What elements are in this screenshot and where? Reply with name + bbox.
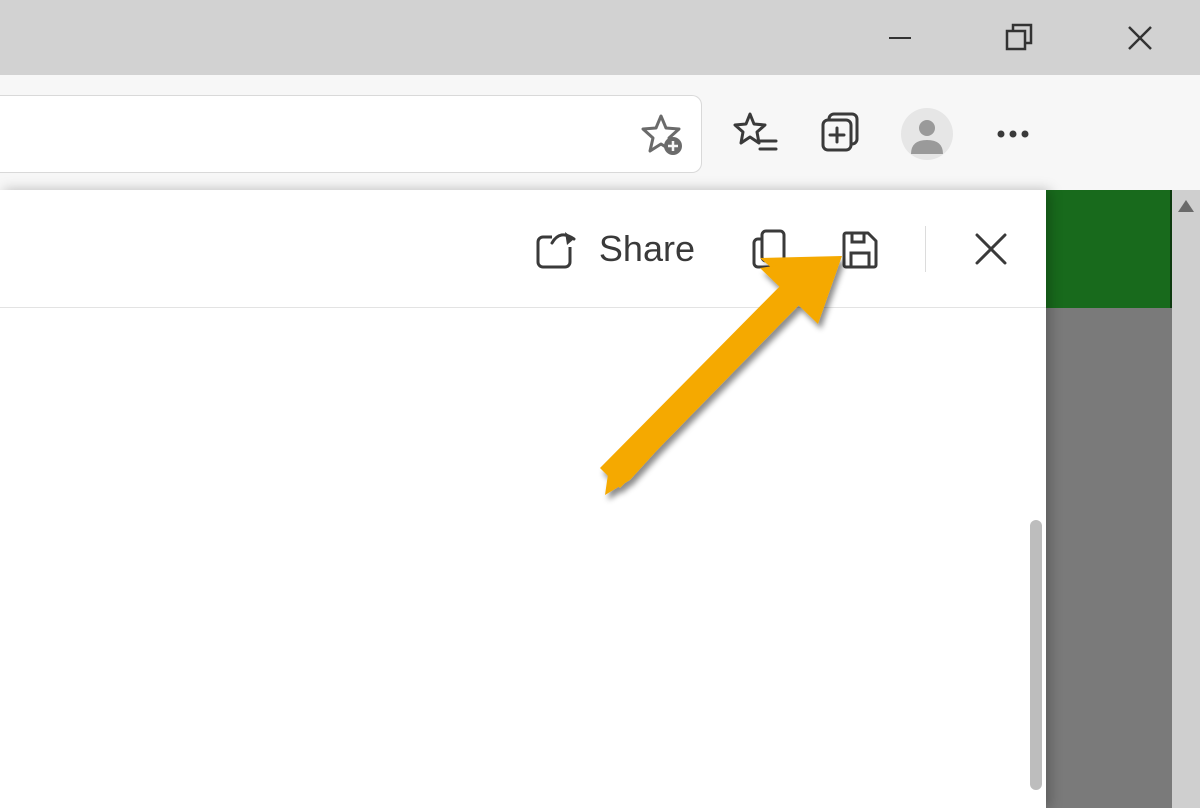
collections-button[interactable]: [814, 107, 868, 161]
capture-panel: Share: [0, 190, 1046, 808]
chrome-icon-strip: [714, 95, 1194, 173]
copy-button[interactable]: [745, 224, 795, 274]
restore-icon: [1003, 21, 1037, 55]
avatar-icon: [901, 108, 953, 160]
scrollbar-up-button[interactable]: [1172, 194, 1200, 218]
background-green-block: [1042, 190, 1172, 308]
add-favorite-button[interactable]: [639, 112, 683, 156]
share-label: Share: [599, 228, 695, 270]
share-icon: [531, 224, 581, 274]
browser-chrome: [0, 75, 1200, 190]
close-panel-button[interactable]: [966, 224, 1016, 274]
star-plus-icon: [639, 112, 683, 156]
toolbar-divider: [925, 226, 926, 272]
save-button[interactable]: [835, 224, 885, 274]
close-icon: [972, 230, 1010, 268]
address-bar[interactable]: [0, 95, 702, 173]
page-scrollbar[interactable]: [1172, 190, 1200, 808]
window-restore-button[interactable]: [960, 0, 1080, 75]
window-close-button[interactable]: [1080, 0, 1200, 75]
panel-scrollbar[interactable]: [1030, 520, 1042, 790]
favorites-button[interactable]: [728, 107, 782, 161]
profile-button[interactable]: [900, 107, 954, 161]
share-button[interactable]: Share: [531, 224, 695, 274]
more-icon: [990, 111, 1036, 157]
more-menu-button[interactable]: [986, 107, 1040, 161]
favorites-icon: [732, 111, 778, 157]
copy-icon: [748, 227, 792, 271]
chevron-up-icon: [1178, 200, 1194, 212]
close-icon: [1124, 22, 1156, 54]
minimize-icon: [885, 23, 915, 53]
capture-toolbar: Share: [0, 190, 1046, 308]
window-minimize-button[interactable]: [840, 0, 960, 75]
save-icon: [838, 227, 882, 271]
collections-icon: [818, 111, 864, 157]
window-titlebar: [0, 0, 1200, 75]
